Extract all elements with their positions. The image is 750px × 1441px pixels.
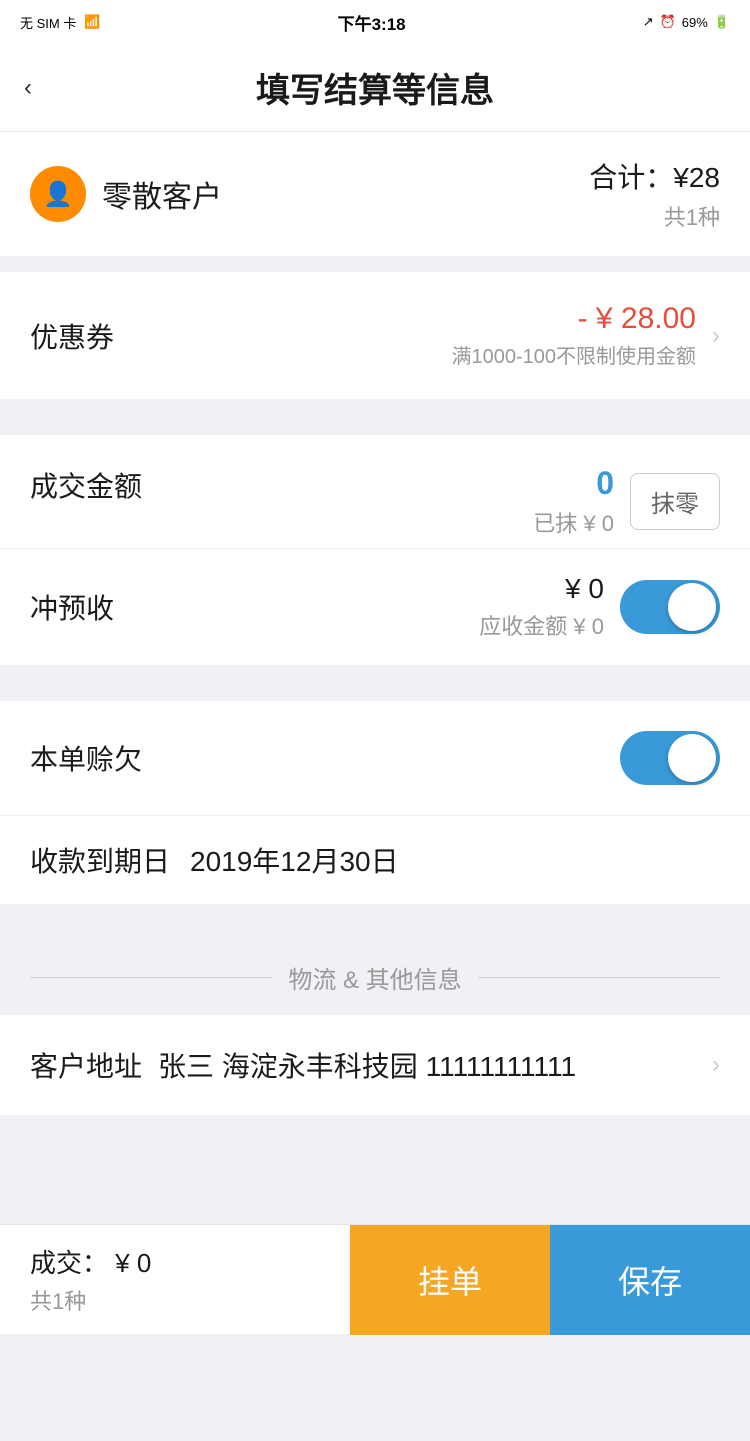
amount-value: 0 [533, 465, 614, 502]
footer-deal-count: 共1种 [30, 1284, 320, 1316]
footer: 成交： ¥ 0 共1种 挂单 保存 [0, 1224, 750, 1334]
debit-section: 本单赊欠 收款到期日 2019年12月30日 [0, 701, 750, 904]
footer-info: 成交： ¥ 0 共1种 [0, 1243, 350, 1316]
status-bar: 无 SIM 卡 📶 下午3:18 ↗ ⏰ 69% 🔋 [0, 0, 750, 44]
due-date-label: 收款到期日 [30, 840, 170, 880]
hang-button[interactable]: 挂单 [350, 1225, 550, 1335]
due-date-value: 2019年12月30日 [190, 840, 399, 880]
coupon-section: 优惠券 - ¥ 28.00 满1000-100不限制使用金额 › [0, 272, 750, 399]
amount-label: 成交金额 [30, 465, 142, 505]
prepayment-values: ¥ 0 应收金额 ¥ 0 [479, 573, 604, 641]
debit-toggle[interactable] [620, 731, 720, 785]
logistics-label: 物流 & 其他信息 [288, 960, 461, 995]
prepayment-main-val: ¥ 0 [479, 573, 604, 605]
status-left: 无 SIM 卡 📶 [20, 13, 101, 32]
prepayment-toggle[interactable] [620, 580, 720, 634]
address-value: 张三 海淀永丰科技园 11111111111 [158, 1045, 576, 1085]
prepayment-toggle-knob [668, 583, 716, 631]
address-section: 客户地址 张三 海淀永丰科技园 11111111111 › [0, 1015, 750, 1115]
round-button[interactable]: 抹零 [630, 473, 720, 530]
address-row[interactable]: 客户地址 张三 海淀永丰科技园 11111111111 › [0, 1015, 750, 1115]
footer-deal-amount: 成交： ¥ 0 [30, 1243, 320, 1280]
prepayment-right: ¥ 0 应收金额 ¥ 0 [479, 573, 720, 641]
customer-avatar: 👤 [30, 166, 86, 222]
page-title: 填写结算等信息 [256, 63, 494, 112]
section-separator-3 [0, 920, 750, 940]
coupon-label: 优惠券 [30, 316, 114, 356]
debit-label: 本单赊欠 [30, 738, 142, 778]
logistics-line-left [30, 977, 272, 978]
prepayment-sub-val: 应收金额 ¥ 0 [479, 609, 604, 641]
battery-text: 69% [682, 15, 708, 30]
nav-bar: ‹ 填写结算等信息 [0, 44, 750, 132]
customer-section: 👤 零散客户 合计：¥28 共1种 [0, 132, 750, 256]
coupon-chevron-icon: › [712, 322, 720, 350]
back-button[interactable]: ‹ [24, 74, 32, 102]
battery-icon: 🔋 [714, 14, 730, 30]
customer-left: 👤 零散客户 [30, 166, 222, 222]
amount-section: 成交金额 0 已抹 ¥ 0 抹零 冲预收 ¥ 0 应收金额 ¥ 0 [0, 435, 750, 665]
address-label: 客户地址 [30, 1045, 142, 1085]
customer-right: 合计：¥28 共1种 [589, 156, 720, 232]
status-right: ↗ ⏰ 69% 🔋 [643, 14, 730, 30]
address-left: 客户地址 张三 海淀永丰科技园 11111111111 [30, 1045, 576, 1085]
due-date-row[interactable]: 收款到期日 2019年12月30日 [0, 815, 750, 904]
logistics-section: 物流 & 其他信息 [0, 940, 750, 1015]
save-button[interactable]: 保存 [550, 1225, 750, 1335]
prepayment-label: 冲预收 [30, 587, 114, 627]
total-count: 共1种 [589, 200, 720, 232]
avatar-icon: 👤 [43, 180, 73, 209]
debit-row: 本单赊欠 [0, 701, 750, 815]
status-time: 下午3:18 [338, 10, 406, 35]
coupon-value-block: - ¥ 28.00 满1000-100不限制使用金额 [451, 302, 696, 369]
wifi-icon: 📶 [84, 14, 100, 30]
amount-value-block: 0 已抹 ¥ 0 [533, 465, 614, 538]
address-chevron-icon: › [712, 1051, 720, 1079]
debit-toggle-knob [668, 734, 716, 782]
location-icon: ↗ [643, 14, 654, 30]
amount-sub: 已抹 ¥ 0 [533, 506, 614, 538]
coupon-desc: 满1000-100不限制使用金额 [451, 340, 696, 369]
logistics-header: 物流 & 其他信息 [0, 940, 750, 1015]
amount-row: 成交金额 0 已抹 ¥ 0 抹零 [0, 435, 750, 548]
section-separator-1 [0, 415, 750, 435]
section-separator-2 [0, 681, 750, 701]
prepayment-row: 冲预收 ¥ 0 应收金额 ¥ 0 [0, 548, 750, 665]
no-sim-text: 无 SIM 卡 [20, 13, 76, 32]
customer-name: 零散客户 [102, 172, 222, 216]
amount-right: 0 已抹 ¥ 0 抹零 [533, 465, 720, 538]
coupon-amount: - ¥ 28.00 [451, 302, 696, 336]
customer-row[interactable]: 👤 零散客户 合计：¥28 共1种 [0, 132, 750, 256]
coupon-right: - ¥ 28.00 满1000-100不限制使用金额 › [451, 302, 720, 369]
total-amount: 合计：¥28 [589, 156, 720, 196]
coupon-row[interactable]: 优惠券 - ¥ 28.00 满1000-100不限制使用金额 › [0, 272, 750, 399]
logistics-line-right [478, 977, 720, 978]
alarm-icon: ⏰ [660, 14, 676, 30]
